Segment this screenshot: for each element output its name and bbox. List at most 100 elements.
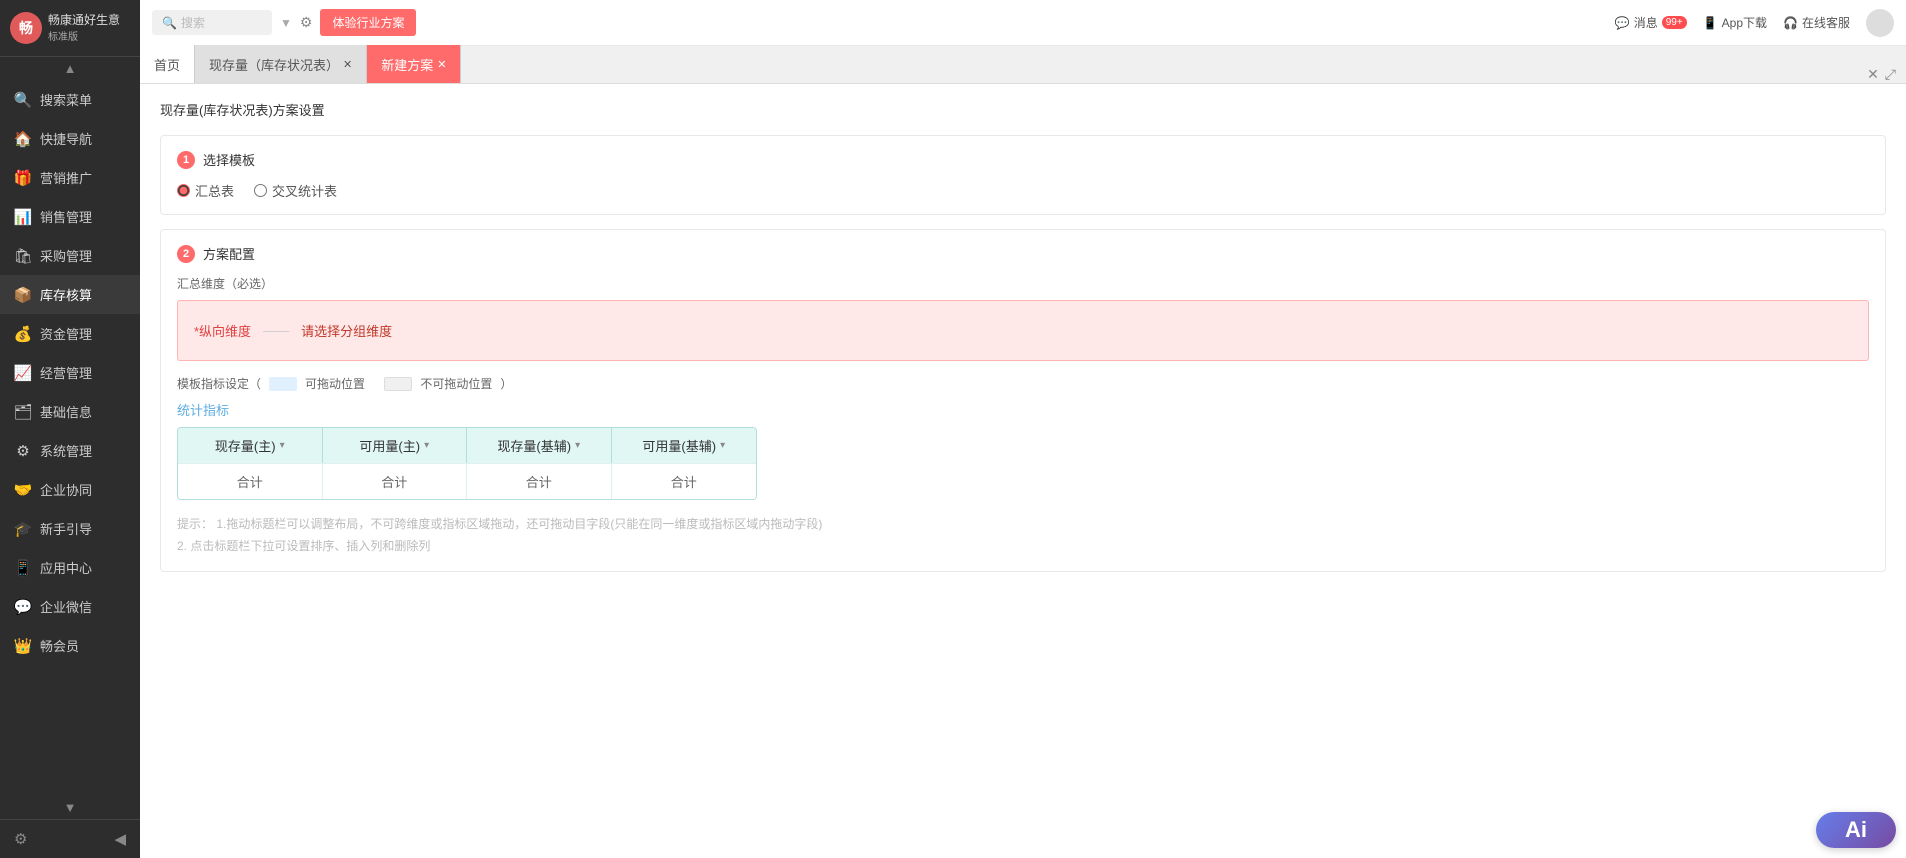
cell-0-1: 合计 (323, 464, 468, 499)
topbar: 🔍 搜索 ▼ ⚙ 体验行业方案 💬 消息 99+ 📱 App下载 🎧 在线客服 (140, 0, 1906, 46)
radio-summary-input[interactable] (177, 184, 190, 197)
cell-0-2: 合计 (467, 464, 612, 499)
sidebar-item-label: 库存核算 (40, 285, 92, 304)
radio-cross[interactable]: 交叉统计表 (254, 181, 337, 200)
sidebar-item-newbie[interactable]: 🎓 新手引导 (0, 509, 140, 548)
topbar-dropdown[interactable]: ▼ (280, 16, 292, 30)
section1-title: 选择模板 (203, 150, 255, 169)
header-label-3: 可用量(基辅) (642, 436, 716, 455)
header-cell-2[interactable]: 现存量(基辅) ▾ (467, 428, 612, 463)
sidebar-item-basic-info[interactable]: 🗂 基础信息 (0, 392, 140, 431)
sidebar-logo: 畅 畅康通好生意 标准版 (0, 0, 140, 57)
sidebar-item-purchase[interactable]: 🛍 采购管理 (0, 236, 140, 275)
sidebar-bottom: ⚙ ◀ (0, 819, 140, 858)
tab-inventory-status[interactable]: 现存量（库存状况表） ✕ (195, 45, 367, 83)
section1-num: 1 (177, 151, 195, 169)
sidebar-scroll-up[interactable]: ▲ (0, 57, 140, 80)
app-icon: 📱 (14, 559, 32, 577)
collapse-icon[interactable]: ◀ (114, 830, 126, 848)
system-icon: ⚙ (14, 442, 32, 460)
avatar[interactable] (1866, 9, 1894, 37)
sidebar-item-label: 新手引导 (40, 519, 92, 538)
sidebar-item-quick-nav[interactable]: 🏠 快捷导航 (0, 119, 140, 158)
template-radio-group: 汇总表 交叉统计表 (177, 181, 1869, 200)
section2-title: 方案配置 (203, 244, 255, 263)
sidebar-item-inventory[interactable]: 📦 库存核算 (0, 275, 140, 314)
close-panel-icon[interactable]: ✕ (1867, 66, 1879, 83)
sidebar-item-label: 经营管理 (40, 363, 92, 382)
sidebar-logo-text: 畅康通好生意 (48, 13, 120, 29)
sidebar-item-label: 快捷导航 (40, 129, 92, 148)
tab-inventory-close[interactable]: ✕ (343, 58, 352, 71)
sidebar-item-enterprise[interactable]: 🤝 企业协同 (0, 470, 140, 509)
indicator-section: 模板指标设定（ 可拖动位置 不可拖动位置 ） 统计指标 现存量(主) (177, 375, 1869, 500)
radio-cross-input[interactable] (254, 184, 267, 197)
sidebar-item-label: 营销推广 (40, 168, 92, 187)
sidebar-item-marketing[interactable]: 🎁 营销推广 (0, 158, 140, 197)
expand-icon[interactable]: ⤢ (1885, 66, 1896, 83)
topbar-search[interactable]: 🔍 搜索 (152, 10, 272, 35)
gear-icon[interactable]: ⚙ (300, 14, 313, 31)
enterprise-icon: 🤝 (14, 481, 32, 499)
sidebar-item-label: 应用中心 (40, 558, 92, 577)
tips-section: 提示： 1.拖动标题栏可以调整布局，不可跨维度或指标区域拖动，还可拖动目字段(只… (177, 514, 1869, 557)
main-area: 🔍 搜索 ▼ ⚙ 体验行业方案 💬 消息 99+ 📱 App下载 🎧 在线客服 (140, 0, 1906, 858)
sidebar-item-sales[interactable]: 📊 销售管理 (0, 197, 140, 236)
industry-btn[interactable]: 体验行业方案 (320, 9, 416, 36)
chevron-down-icon-3[interactable]: ▾ (720, 440, 725, 451)
chevron-down-icon-0[interactable]: ▾ (280, 440, 285, 451)
sidebar-item-label: 资金管理 (40, 324, 92, 343)
content-area: 现存量(库存状况表)方案设置 1 选择模板 汇总表 交叉统计表 (140, 84, 1906, 858)
indicator-label: 模板指标设定（ 可拖动位置 不可拖动位置 ） (177, 375, 1869, 392)
message-icon: 💬 (1615, 16, 1630, 30)
ai-badge[interactable]: Ai (1816, 812, 1896, 848)
sidebar-item-app-center[interactable]: 📱 应用中心 (0, 548, 140, 587)
sidebar-item-operations[interactable]: 📈 经营管理 (0, 353, 140, 392)
page-title: 现存量(库存状况表)方案设置 (160, 100, 1886, 119)
metrics-table-row: 合计 合计 合计 合计 (178, 463, 756, 499)
sidebar-scroll-down[interactable]: ▼ (0, 796, 140, 819)
tab-new-plan-label: 新建方案 (381, 55, 433, 74)
no-drag-badge (384, 377, 412, 391)
home-icon: 🏠 (14, 130, 32, 148)
sidebar-item-search-menu[interactable]: 🔍 搜索菜单 (0, 80, 140, 119)
dim-vertical-label: *纵向维度 (194, 321, 251, 340)
sidebar: 畅 畅康通好生意 标准版 ▲ 🔍 搜索菜单 🏠 快捷导航 🎁 营销推广 📊 销售… (0, 0, 140, 858)
sidebar-item-label: 搜索菜单 (40, 90, 92, 109)
tip-1: 提示： 1.拖动标题栏可以调整布局，不可跨维度或指标区域拖动，还可拖动目字段(只… (177, 514, 1869, 536)
radio-summary[interactable]: 汇总表 (177, 181, 234, 200)
header-cell-3[interactable]: 可用量(基辅) ▾ (612, 428, 757, 463)
topbar-online-service[interactable]: 🎧 在线客服 (1783, 14, 1850, 31)
sidebar-item-member[interactable]: 👑 畅会员 (0, 626, 140, 665)
header-cell-0[interactable]: 现存量(主) ▾ (178, 428, 323, 463)
sidebar-item-label: 企业协同 (40, 480, 92, 499)
operations-icon: 📈 (14, 364, 32, 382)
chevron-down-icon-1[interactable]: ▾ (424, 440, 429, 451)
tab-home[interactable]: 首页 (140, 45, 195, 83)
sidebar-item-label: 系统管理 (40, 441, 92, 460)
settings-icon[interactable]: ⚙ (14, 830, 27, 848)
tab-new-plan-close[interactable]: ✕ (437, 58, 446, 71)
chevron-down-icon-2[interactable]: ▾ (575, 440, 580, 451)
dim-required-label: 汇总维度（必选） (177, 275, 1869, 292)
message-badge: 99+ (1662, 16, 1687, 29)
sidebar-item-system[interactable]: ⚙ 系统管理 (0, 431, 140, 470)
section2-num: 2 (177, 245, 195, 263)
dim-box: *纵向维度 —— 请选择分组维度 (177, 300, 1869, 361)
tab-home-label: 首页 (154, 55, 180, 74)
tabs-bar: 首页 现存量（库存状况表） ✕ 新建方案 ✕ ✕ ⤢ (140, 46, 1906, 84)
topbar-right: 💬 消息 99+ 📱 App下载 🎧 在线客服 (1615, 9, 1894, 37)
dim-placeholder: 请选择分组维度 (301, 321, 392, 340)
header-label-0: 现存量(主) (215, 436, 276, 455)
cell-0-3: 合计 (612, 464, 757, 499)
tab-new-plan[interactable]: 新建方案 ✕ (367, 45, 461, 83)
panel: 现存量(库存状况表)方案设置 1 选择模板 汇总表 交叉统计表 (140, 84, 1906, 858)
header-cell-1[interactable]: 可用量(主) ▾ (323, 428, 468, 463)
info-icon: 🗂 (14, 403, 32, 421)
sidebar-item-wechat[interactable]: 💬 企业微信 (0, 587, 140, 626)
sidebar-item-finance[interactable]: 💰 资金管理 (0, 314, 140, 353)
topbar-messages[interactable]: 💬 消息 99+ (1615, 14, 1687, 31)
sidebar-logo-icon: 畅 (10, 12, 42, 44)
newbie-icon: 🎓 (14, 520, 32, 538)
topbar-app-download[interactable]: 📱 App下载 (1703, 14, 1767, 31)
